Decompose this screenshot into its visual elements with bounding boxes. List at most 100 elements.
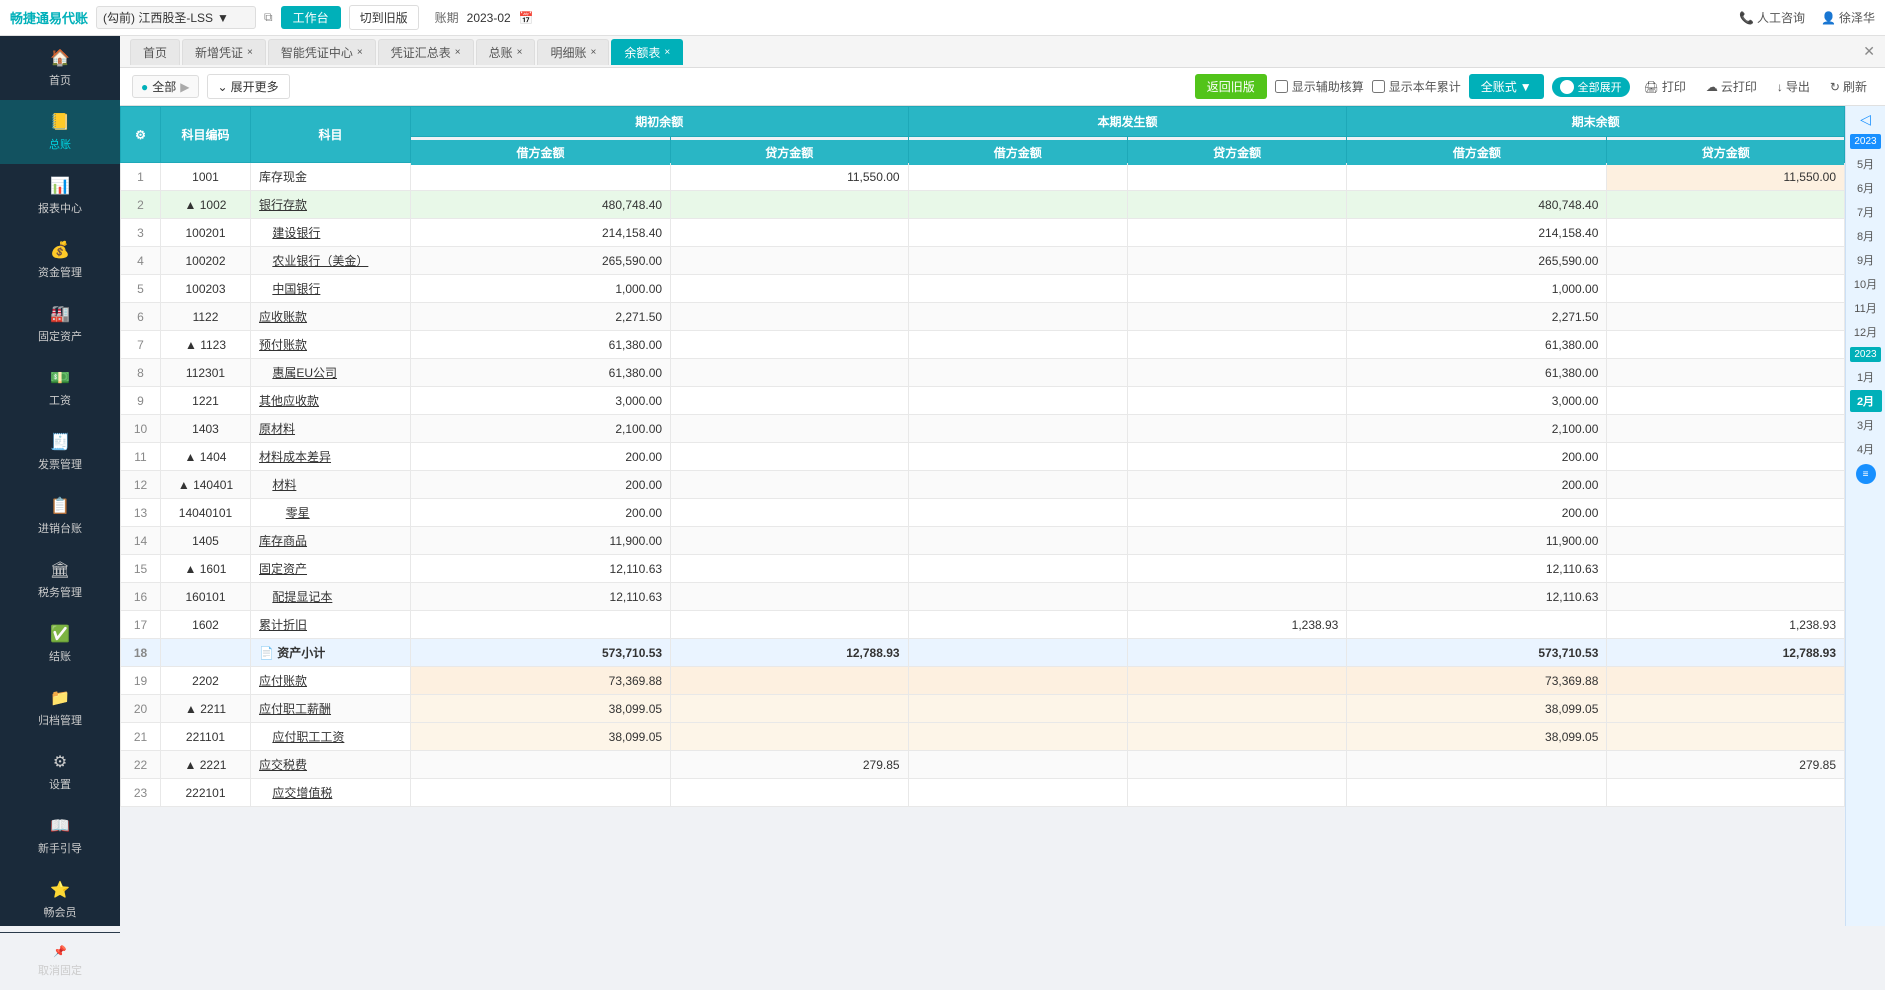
month-3[interactable]: 3月	[1850, 414, 1882, 436]
sidebar-item-fixed[interactable]: 🏭 固定资产	[0, 292, 120, 356]
cell-subject[interactable]: 应付职工工资	[251, 723, 411, 751]
expand-button[interactable]: ⌄ 展开更多	[207, 74, 290, 99]
switch-button[interactable]: 切到旧版	[349, 5, 419, 30]
tab-new-voucher-close[interactable]: ×	[247, 47, 253, 58]
month-1[interactable]: 1月	[1850, 366, 1882, 388]
aux-checkbox[interactable]	[1275, 80, 1288, 93]
table-wrapper[interactable]: ⚙ 科目编码 科目 期初余额 本期发生额 期末余额 借方金额 贷方金额 借方金额…	[120, 106, 1845, 926]
cell-subject[interactable]: 库存商品	[251, 527, 411, 555]
sidebar-item-guide[interactable]: 📖 新手引导	[0, 804, 120, 868]
export-button[interactable]: ↓ 导出	[1771, 75, 1816, 98]
aux-checkbox-area[interactable]: 显示辅助核算	[1275, 78, 1364, 95]
sidebar-item-tax[interactable]: 🏛 税务管理	[0, 548, 120, 612]
cell-subject[interactable]: 材料成本差异	[251, 443, 411, 471]
tab-voucher-summary-close[interactable]: ×	[455, 47, 461, 58]
sidebar-item-archive[interactable]: 📁 归档管理	[0, 676, 120, 740]
panel-menu-icon[interactable]: ≡	[1856, 464, 1876, 484]
unpin-button[interactable]: 📌 取消固定	[0, 933, 120, 990]
tab-smart-verify-label: 智能凭证中心	[281, 44, 353, 61]
cell-amount	[1127, 527, 1346, 555]
month-8[interactable]: 8月	[1850, 225, 1882, 247]
close-all-icon[interactable]: ✕	[1863, 43, 1875, 60]
expand-all-toggle[interactable]: 全部展开	[1552, 77, 1630, 97]
annual-checkbox-area[interactable]: 显示本年累计	[1372, 78, 1461, 95]
table-row: 11▲ 1404材料成本差异200.00200.00	[121, 443, 1845, 471]
cell-subject[interactable]: 应付账款	[251, 667, 411, 695]
cloud-print-button[interactable]: ☁ 云打印	[1700, 75, 1763, 98]
workbench-button[interactable]: 工作台	[281, 6, 341, 29]
month-12[interactable]: 12月	[1850, 321, 1882, 343]
tab-general-ledger[interactable]: 总账 ×	[476, 39, 536, 65]
cell-subject[interactable]: 零星	[251, 499, 411, 527]
sidebar-item-settings[interactable]: ⚙ 设置	[0, 740, 120, 804]
tab-smart-verify[interactable]: 智能凭证中心 ×	[268, 39, 376, 65]
sidebar-label-member: 畅会员	[44, 904, 77, 920]
cell-amount: 265,590.00	[411, 247, 671, 275]
cell-subject[interactable]: 应交税费	[251, 751, 411, 779]
cell-subject[interactable]: 固定资产	[251, 555, 411, 583]
sidebar-item-capital[interactable]: 💰 资金管理	[0, 228, 120, 292]
refresh-label: 刷新	[1843, 78, 1867, 95]
tab-new-voucher[interactable]: 新增凭证 ×	[182, 39, 266, 65]
print-button[interactable]: 🖨 打印	[1638, 75, 1692, 98]
cell-subject[interactable]: 应付职工薪酬	[251, 695, 411, 723]
sidebar-item-salary[interactable]: 💵 工资	[0, 356, 120, 420]
sidebar-item-settle[interactable]: ✅ 结账	[0, 612, 120, 676]
filter-area[interactable]: ● 全部 ▶	[132, 75, 199, 98]
cell-code: 100201	[161, 219, 251, 247]
tab-home[interactable]: 首页	[130, 39, 180, 65]
cell-subject[interactable]: 惠属EU公司	[251, 359, 411, 387]
cell-subject[interactable]: 中国银行	[251, 275, 411, 303]
tab-detail-ledger-close[interactable]: ×	[590, 47, 596, 58]
month-6[interactable]: 6月	[1850, 177, 1882, 199]
format-button[interactable]: 全账式 ▼	[1469, 74, 1544, 99]
cell-subject[interactable]: 农业银行（美金）	[251, 247, 411, 275]
tab-balance-sheet[interactable]: 余额表 ×	[611, 39, 683, 65]
consult-link[interactable]: 📞 人工咨询	[1739, 9, 1805, 26]
return-button[interactable]: 返回旧版	[1195, 74, 1267, 99]
user-area[interactable]: 👤 徐泽华	[1821, 9, 1875, 26]
month-7[interactable]: 7月	[1850, 201, 1882, 223]
tab-general-ledger-close[interactable]: ×	[517, 47, 523, 58]
cell-subject[interactable]: 其他应收款	[251, 387, 411, 415]
cell-subject[interactable]: 应交增值税	[251, 779, 411, 807]
sidebar-item-accounting[interactable]: 📒 总账	[0, 100, 120, 164]
th-settings[interactable]: ⚙	[121, 107, 161, 163]
cell-subject[interactable]: 建设银行	[251, 219, 411, 247]
sidebar-item-invoice[interactable]: 🧾 发票管理	[0, 420, 120, 484]
cell-subject[interactable]: 累计折旧	[251, 611, 411, 639]
table-row: 16160101 配提显记本12,110.6312,110.63	[121, 583, 1845, 611]
sidebar-item-report[interactable]: 📊 报表中心	[0, 164, 120, 228]
cell-amount	[411, 751, 671, 779]
calendar-icon[interactable]: 📅	[519, 11, 534, 25]
cell-subject[interactable]: 预付账款	[251, 331, 411, 359]
cell-row-no: 12	[121, 471, 161, 499]
month-10[interactable]: 10月	[1850, 273, 1882, 295]
cell-amount	[1607, 359, 1845, 387]
cell-row-no: 1	[121, 163, 161, 191]
tab-detail-ledger[interactable]: 明细账 ×	[537, 39, 609, 65]
cell-subject[interactable]: 材料	[251, 471, 411, 499]
sidebar-item-home[interactable]: 🏠 首页	[0, 36, 120, 100]
month-2[interactable]: 2月	[1850, 390, 1882, 412]
cell-subject[interactable]: 银行存款	[251, 191, 411, 219]
copy-icon[interactable]: ⧉	[264, 10, 273, 25]
guide-icon: 📖	[50, 816, 70, 836]
panel-toggle-icon[interactable]: ◁	[1860, 111, 1871, 128]
sidebar-item-purchase[interactable]: 📋 进销台账	[0, 484, 120, 548]
tab-smart-verify-close[interactable]: ×	[357, 47, 363, 58]
month-9[interactable]: 9月	[1850, 249, 1882, 271]
month-4[interactable]: 4月	[1850, 438, 1882, 460]
cell-code: 112301	[161, 359, 251, 387]
annual-checkbox[interactable]	[1372, 80, 1385, 93]
cell-subject[interactable]: 配提显记本	[251, 583, 411, 611]
month-5[interactable]: 5月	[1850, 153, 1882, 175]
tab-balance-sheet-close[interactable]: ×	[664, 47, 670, 58]
month-11[interactable]: 11月	[1850, 297, 1882, 319]
tab-voucher-summary[interactable]: 凭证汇总表 ×	[378, 39, 474, 65]
cell-subject[interactable]: 应收账款	[251, 303, 411, 331]
cell-subject[interactable]: 原材料	[251, 415, 411, 443]
company-selector[interactable]: (勾前) 江西股圣-LSS ▼	[96, 6, 256, 29]
refresh-button[interactable]: ↻ 刷新	[1824, 75, 1873, 98]
sidebar-item-member[interactable]: ⭐ 畅会员	[0, 868, 120, 932]
